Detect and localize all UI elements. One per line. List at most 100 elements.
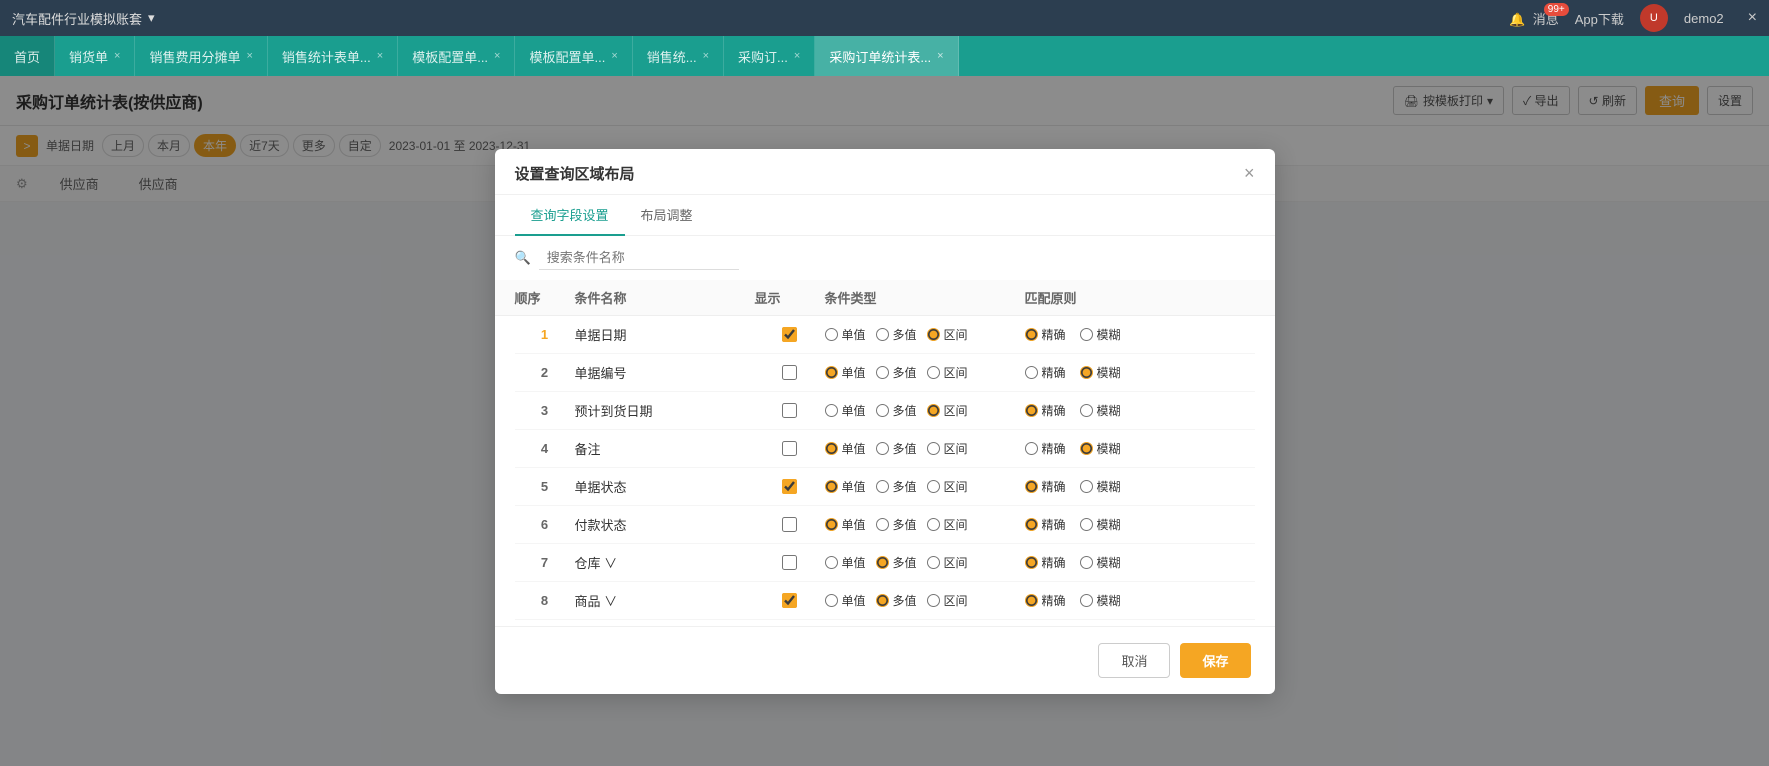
top-bar: 汽车配件行业模拟账套 ▾ 🔔 消息 99+ App下载 U demo2 × — [0, 0, 1769, 36]
type-range-label[interactable]: 区间 — [927, 364, 968, 381]
display-checkbox[interactable] — [782, 441, 797, 456]
match-fuzzy-label[interactable]: 模糊 — [1080, 364, 1121, 381]
match-fuzzy-label[interactable]: 模糊 — [1080, 402, 1121, 419]
type-multi-label[interactable]: 多值 — [876, 592, 917, 609]
type-range-label[interactable]: 区间 — [927, 440, 968, 457]
type-multi-label[interactable]: 多值 — [876, 554, 917, 571]
match-fuzzy-label[interactable]: 模糊 — [1080, 478, 1121, 495]
type-multi-label[interactable]: 多值 — [876, 402, 917, 419]
user-avatar[interactable]: U — [1640, 4, 1668, 32]
cancel-btn[interactable]: 取消 — [1098, 643, 1170, 678]
display-checkbox[interactable] — [782, 479, 797, 494]
tab-sales-order[interactable]: 销货单 × — [55, 36, 135, 76]
type-single-label[interactable]: 单值 — [825, 440, 866, 457]
row-display-check[interactable] — [755, 517, 825, 532]
tab-3[interactable]: 销售统计表单... × — [268, 36, 398, 76]
table-row: 7 仓库 ∨ 单值 多值 区间 精确 模糊 — [515, 544, 1255, 582]
type-range-label[interactable]: 区间 — [927, 326, 968, 343]
type-single-label[interactable]: 单值 — [825, 364, 866, 381]
row-match-group: 精确 模糊 — [1025, 326, 1225, 343]
match-fuzzy-label[interactable]: 模糊 — [1080, 516, 1121, 533]
modal-header: 设置查询区域布局 × — [495, 149, 1275, 195]
row-type-group: 单值 多值 区间 — [825, 326, 1025, 343]
type-single-label[interactable]: 单值 — [825, 402, 866, 419]
tab-close-icon[interactable]: × — [494, 50, 500, 62]
top-close-btn[interactable]: × — [1748, 9, 1757, 27]
type-single-label[interactable]: 单值 — [825, 478, 866, 495]
user-name: demo2 — [1684, 11, 1724, 26]
type-single-label[interactable]: 单值 — [825, 516, 866, 533]
match-fuzzy-label[interactable]: 模糊 — [1080, 554, 1121, 571]
tab-close-icon[interactable]: × — [246, 50, 252, 62]
row-display-check[interactable] — [755, 593, 825, 608]
row-num: 7 — [515, 555, 575, 570]
type-range-label[interactable]: 区间 — [927, 402, 968, 419]
match-exact-label[interactable]: 精确 — [1025, 326, 1066, 343]
tab-6[interactable]: 销售统... × — [633, 36, 724, 76]
type-single-label[interactable]: 单值 — [825, 326, 866, 343]
match-exact-label[interactable]: 精确 — [1025, 402, 1066, 419]
row-type-group: 单值 多值 区间 — [825, 592, 1025, 609]
save-btn[interactable]: 保存 — [1180, 643, 1250, 678]
type-range-label[interactable]: 区间 — [927, 478, 968, 495]
row-display-check[interactable] — [755, 555, 825, 570]
tab-close-icon[interactable]: × — [937, 50, 943, 62]
type-single-label[interactable]: 单值 — [825, 554, 866, 571]
modal-tab-layout[interactable]: 布局调整 — [625, 195, 709, 236]
row-display-check[interactable] — [755, 403, 825, 418]
row-display-check[interactable] — [755, 365, 825, 380]
tab-active[interactable]: 采购订单统计表... × — [815, 36, 958, 76]
type-multi-label[interactable]: 多值 — [876, 516, 917, 533]
modal-close-btn[interactable]: × — [1244, 163, 1255, 184]
row-num: 5 — [515, 479, 575, 494]
match-exact-label[interactable]: 精确 — [1025, 592, 1066, 609]
app-download-btn[interactable]: App下载 — [1575, 9, 1624, 28]
col-header-order: 顺序 — [515, 288, 575, 307]
row-match-group: 精确 模糊 — [1025, 592, 1225, 609]
display-checkbox[interactable] — [782, 593, 797, 608]
type-range-label[interactable]: 区间 — [927, 592, 968, 609]
match-exact-label[interactable]: 精确 — [1025, 440, 1066, 457]
match-exact-label[interactable]: 精确 — [1025, 516, 1066, 533]
type-multi-label[interactable]: 多值 — [876, 478, 917, 495]
match-exact-label[interactable]: 精确 — [1025, 478, 1066, 495]
match-exact-label[interactable]: 精确 — [1025, 364, 1066, 381]
tab-close-icon[interactable]: × — [794, 50, 800, 62]
type-multi-label[interactable]: 多值 — [876, 440, 917, 457]
type-range-label[interactable]: 区间 — [927, 554, 968, 571]
dropdown-icon[interactable]: ▾ — [148, 10, 155, 26]
match-fuzzy-label[interactable]: 模糊 — [1080, 592, 1121, 609]
tab-close-icon[interactable]: × — [114, 50, 120, 62]
type-range-label[interactable]: 区间 — [927, 516, 968, 533]
modal-tab-query-fields[interactable]: 查询字段设置 — [515, 195, 625, 236]
modal-search-input[interactable] — [539, 246, 739, 270]
tab-4[interactable]: 模板配置单... × — [398, 36, 515, 76]
tab-home[interactable]: 首页 — [0, 36, 55, 76]
tab-close-icon[interactable]: × — [611, 50, 617, 62]
row-display-check[interactable] — [755, 479, 825, 494]
row-condition-name: 预计到货日期 — [575, 401, 755, 420]
row-match-group: 精确 模糊 — [1025, 478, 1225, 495]
tab-5[interactable]: 模板配置单... × — [515, 36, 632, 76]
message-area[interactable]: 🔔 消息 99+ — [1509, 9, 1559, 28]
tab-close-icon[interactable]: × — [703, 50, 709, 62]
type-single-label[interactable]: 单值 — [825, 592, 866, 609]
display-checkbox[interactable] — [782, 327, 797, 342]
tab-7[interactable]: 采购订... × — [724, 36, 815, 76]
type-multi-label[interactable]: 多值 — [876, 326, 917, 343]
display-checkbox[interactable] — [782, 403, 797, 418]
match-exact-label[interactable]: 精确 — [1025, 554, 1066, 571]
modal-table-header: 顺序 条件名称 显示 条件类型 匹配原则 — [495, 280, 1275, 316]
row-display-check[interactable] — [755, 327, 825, 342]
row-display-check[interactable] — [755, 441, 825, 456]
display-checkbox[interactable] — [782, 365, 797, 380]
match-fuzzy-label[interactable]: 模糊 — [1080, 440, 1121, 457]
tab-close-icon[interactable]: × — [377, 50, 383, 62]
match-fuzzy-label[interactable]: 模糊 — [1080, 326, 1121, 343]
table-row: 1 单据日期 单值 多值 区间 精确 模糊 — [515, 316, 1255, 354]
modal-table: 顺序 条件名称 显示 条件类型 匹配原则 1 单据日期 单值 多值 — [495, 280, 1275, 626]
tab-sales-expense[interactable]: 销售费用分摊单 × — [135, 36, 267, 76]
display-checkbox[interactable] — [782, 555, 797, 570]
display-checkbox[interactable] — [782, 517, 797, 532]
type-multi-label[interactable]: 多值 — [876, 364, 917, 381]
